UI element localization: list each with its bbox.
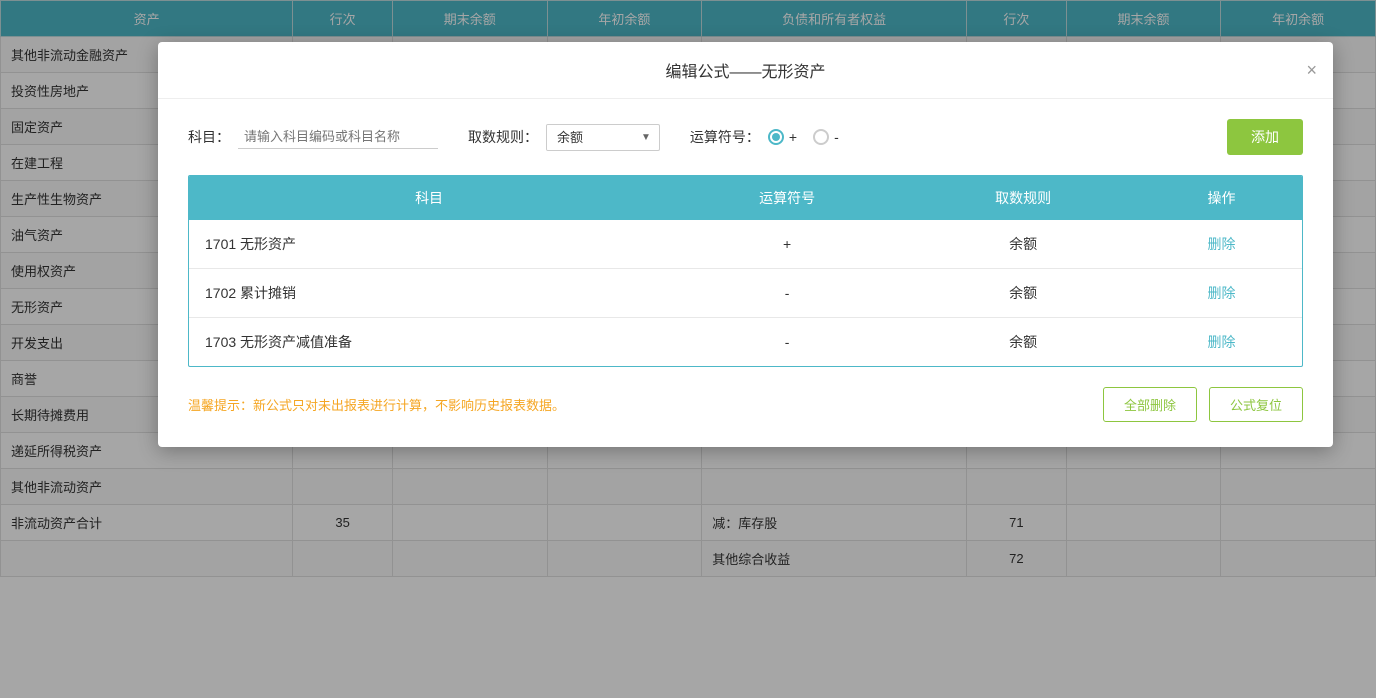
th-subject: 科目 bbox=[189, 176, 669, 220]
modal-close-button[interactable]: × bbox=[1306, 61, 1317, 79]
rule-field: 取数规则： 余额 借方发生额 贷方发生额 期末余额 ▼ bbox=[468, 124, 660, 151]
formula-operator: - bbox=[669, 269, 905, 318]
formula-rule: 余额 bbox=[905, 269, 1141, 318]
delete-row-button[interactable]: 删除 bbox=[1208, 234, 1236, 254]
th-rule: 取数规则 bbox=[905, 176, 1141, 220]
delete-all-button[interactable]: 全部删除 bbox=[1103, 387, 1197, 422]
formula-operator: + bbox=[669, 220, 905, 269]
rule-select-wrap: 余额 借方发生额 贷方发生额 期末余额 ▼ bbox=[546, 124, 660, 151]
delete-row-button[interactable]: 删除 bbox=[1208, 332, 1236, 352]
footer-buttons: 全部删除 公式复位 bbox=[1103, 387, 1303, 422]
formula-operator: - bbox=[669, 318, 905, 367]
subject-input[interactable] bbox=[238, 125, 438, 149]
formula-subject: 1703 无形资产减值准备 bbox=[189, 318, 669, 367]
formula-row: 1701 无形资产+余额 删除 bbox=[189, 220, 1302, 269]
th-action: 操作 bbox=[1141, 176, 1302, 220]
operator-minus-radio[interactable]: - bbox=[813, 129, 839, 145]
formula-rule: 余额 bbox=[905, 318, 1141, 367]
formula-action: 删除 bbox=[1141, 269, 1302, 318]
formula-row: 1703 无形资产减值准备-余额 删除 bbox=[189, 318, 1302, 367]
radio-minus-circle bbox=[813, 129, 829, 145]
formula-rule: 余额 bbox=[905, 220, 1141, 269]
form-row: 科目： 取数规则： 余额 借方发生额 贷方发生额 期末余额 ▼ 运算符号： + bbox=[158, 99, 1333, 175]
operator-minus-label: - bbox=[834, 129, 839, 145]
subject-label: 科目： bbox=[188, 127, 230, 147]
formula-table: 科目 运算符号 取数规则 操作 1701 无形资产+余额删除1702 累计摊销-… bbox=[189, 176, 1302, 366]
modal-title: 编辑公式——无形资产 bbox=[665, 58, 825, 82]
modal-header: 编辑公式——无形资产 × bbox=[158, 42, 1333, 99]
formula-action: 删除 bbox=[1141, 220, 1302, 269]
operator-radio-group: + - bbox=[768, 129, 839, 145]
modal-footer: 温馨提示：新公式只对未出报表进行计算，不影响历史报表数据。 全部删除 公式复位 bbox=[158, 367, 1333, 427]
add-button[interactable]: 添加 bbox=[1227, 119, 1303, 155]
formula-action: 删除 bbox=[1141, 318, 1302, 367]
reset-formula-button[interactable]: 公式复位 bbox=[1209, 387, 1303, 422]
radio-plus-circle bbox=[768, 129, 784, 145]
edit-formula-modal: 编辑公式——无形资产 × 科目： 取数规则： 余额 借方发生额 贷方发生额 期末… bbox=[158, 42, 1333, 447]
operator-plus-radio[interactable]: + bbox=[768, 129, 797, 145]
th-operator: 运算符号 bbox=[669, 176, 905, 220]
table-header-row: 科目 运算符号 取数规则 操作 bbox=[189, 176, 1302, 220]
subject-field: 科目： bbox=[188, 125, 438, 149]
operator-label: 运算符号： bbox=[690, 127, 760, 147]
formula-subject: 1701 无形资产 bbox=[189, 220, 669, 269]
formula-table-wrap: 科目 运算符号 取数规则 操作 1701 无形资产+余额删除1702 累计摊销-… bbox=[188, 175, 1303, 367]
select-dropdown-icon: ▼ bbox=[633, 127, 659, 148]
formula-row: 1702 累计摊销-余额 删除 bbox=[189, 269, 1302, 318]
rule-label: 取数规则： bbox=[468, 127, 538, 147]
footer-tip: 温馨提示：新公式只对未出报表进行计算，不影响历史报表数据。 bbox=[188, 395, 565, 414]
operator-field: 运算符号： + - bbox=[690, 127, 839, 147]
formula-subject: 1702 累计摊销 bbox=[189, 269, 669, 318]
rule-select[interactable]: 余额 借方发生额 贷方发生额 期末余额 bbox=[547, 125, 633, 150]
operator-plus-label: + bbox=[789, 129, 797, 145]
delete-row-button[interactable]: 删除 bbox=[1208, 283, 1236, 303]
